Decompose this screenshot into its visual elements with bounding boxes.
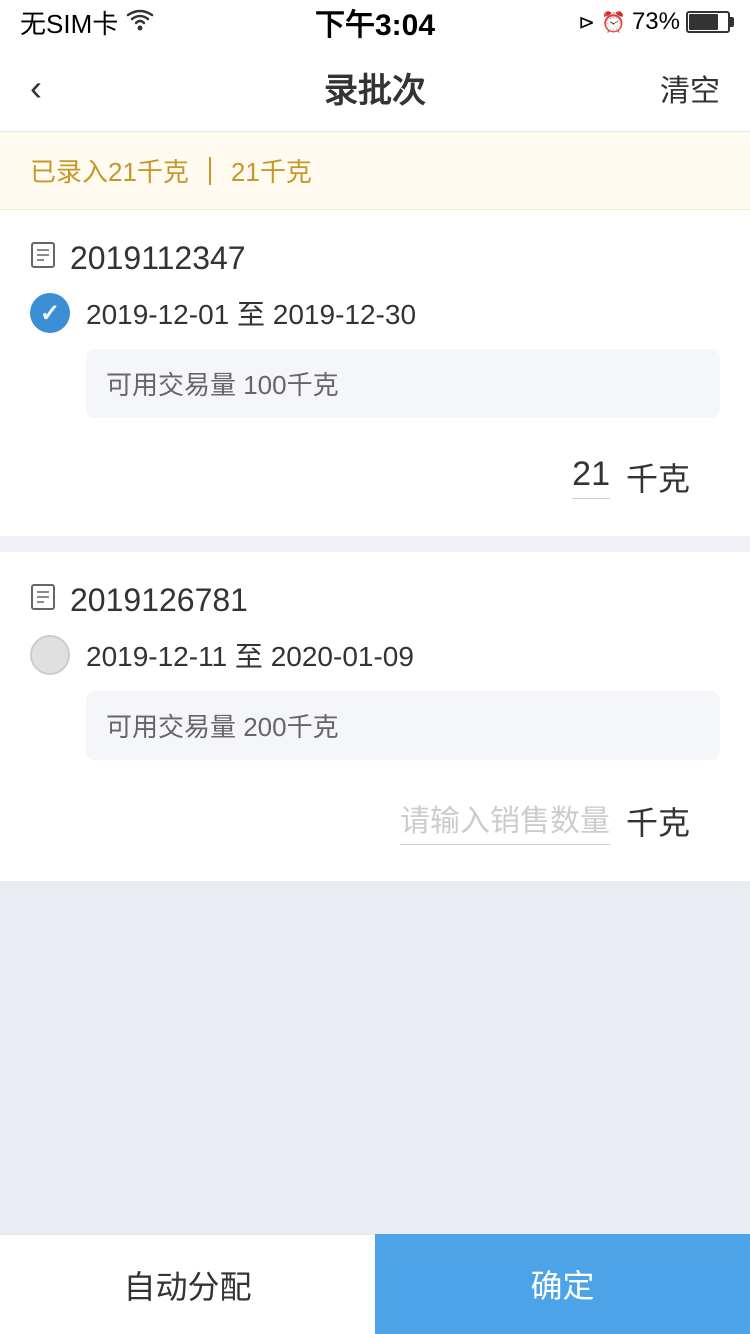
nav-bar: ‹ 录批次 清空: [0, 44, 750, 132]
status-left: 无SIM卡: [20, 4, 154, 41]
batch-date-1: 2019-12-01 至 2019-12-30: [86, 293, 416, 333]
empty-area: [0, 881, 750, 1281]
auto-distribute-button[interactable]: 自动分配: [0, 1234, 375, 1334]
info-divider: [209, 157, 211, 185]
footer: 自动分配 确定: [0, 1234, 750, 1334]
status-time: 下午3:04: [315, 0, 435, 44]
batch-item-1: 2019112347 ✓ 2019-12-01 至 2019-12-30 可用交…: [0, 210, 750, 536]
batch-list: 2019112347 ✓ 2019-12-01 至 2019-12-30 可用交…: [0, 210, 750, 881]
amount-input-wrapper-2[interactable]: 请输入销售数量: [400, 796, 610, 845]
batch-date-row-1: ✓ 2019-12-01 至 2019-12-30: [30, 293, 720, 333]
recorded-amount-label: 已录入21千克: [30, 152, 189, 189]
amount-value-1: 21: [572, 455, 610, 493]
batch-date-2: 2019-12-11 至 2020-01-09: [86, 635, 414, 675]
batch-radio-1[interactable]: ✓: [30, 293, 70, 333]
separator-1: [0, 536, 750, 552]
avail-text-2: 可用交易量 200千克: [106, 712, 339, 742]
avail-box-2: 可用交易量 200千克: [86, 691, 720, 760]
clear-button[interactable]: 清空: [660, 66, 720, 110]
batch-item-2: 2019126781 2019-12-11 至 2020-01-09 可用交易量…: [0, 552, 750, 881]
batch-doc-icon-2: [30, 583, 60, 618]
page-title: 录批次: [324, 63, 426, 112]
batch-header-1: 2019112347: [30, 240, 720, 277]
alarm-icon: ⏰: [601, 10, 626, 35]
batch-header-2: 2019126781: [30, 582, 720, 619]
info-banner: 已录入21千克 21千克: [0, 132, 750, 210]
batch-radio-2[interactable]: [30, 635, 70, 675]
amount-unit-2: 千克: [626, 798, 690, 844]
confirm-button[interactable]: 确定: [375, 1234, 750, 1334]
batch-date-row-2: 2019-12-11 至 2020-01-09: [30, 635, 720, 675]
batch-id-2: 2019126781: [70, 582, 248, 619]
amount-row-2[interactable]: 请输入销售数量 千克: [30, 780, 720, 861]
back-button[interactable]: ‹: [30, 67, 90, 109]
amount-display-1: 21: [572, 455, 610, 499]
amount-row-1: 21 千克: [30, 438, 720, 516]
status-right: ⊳ ⏰ 73%: [578, 8, 730, 36]
battery-percent: 73%: [632, 8, 680, 36]
battery-icon: [686, 11, 730, 33]
avail-box-1: 可用交易量 100千克: [86, 349, 720, 418]
check-icon-1: ✓: [40, 299, 60, 328]
wifi-icon: [126, 7, 154, 38]
batch-doc-icon-1: [30, 241, 60, 276]
amount-unit-1: 千克: [626, 454, 690, 500]
amount-placeholder-2: 请输入销售数量: [400, 805, 610, 838]
carrier-label: 无SIM卡: [20, 4, 118, 41]
status-bar: 无SIM卡 下午3:04 ⊳ ⏰ 73%: [0, 0, 750, 44]
batch-id-1: 2019112347: [70, 240, 246, 277]
location-icon: ⊳: [578, 10, 595, 35]
avail-text-1: 可用交易量 100千克: [106, 370, 339, 400]
total-amount-label: 21千克: [231, 152, 312, 189]
